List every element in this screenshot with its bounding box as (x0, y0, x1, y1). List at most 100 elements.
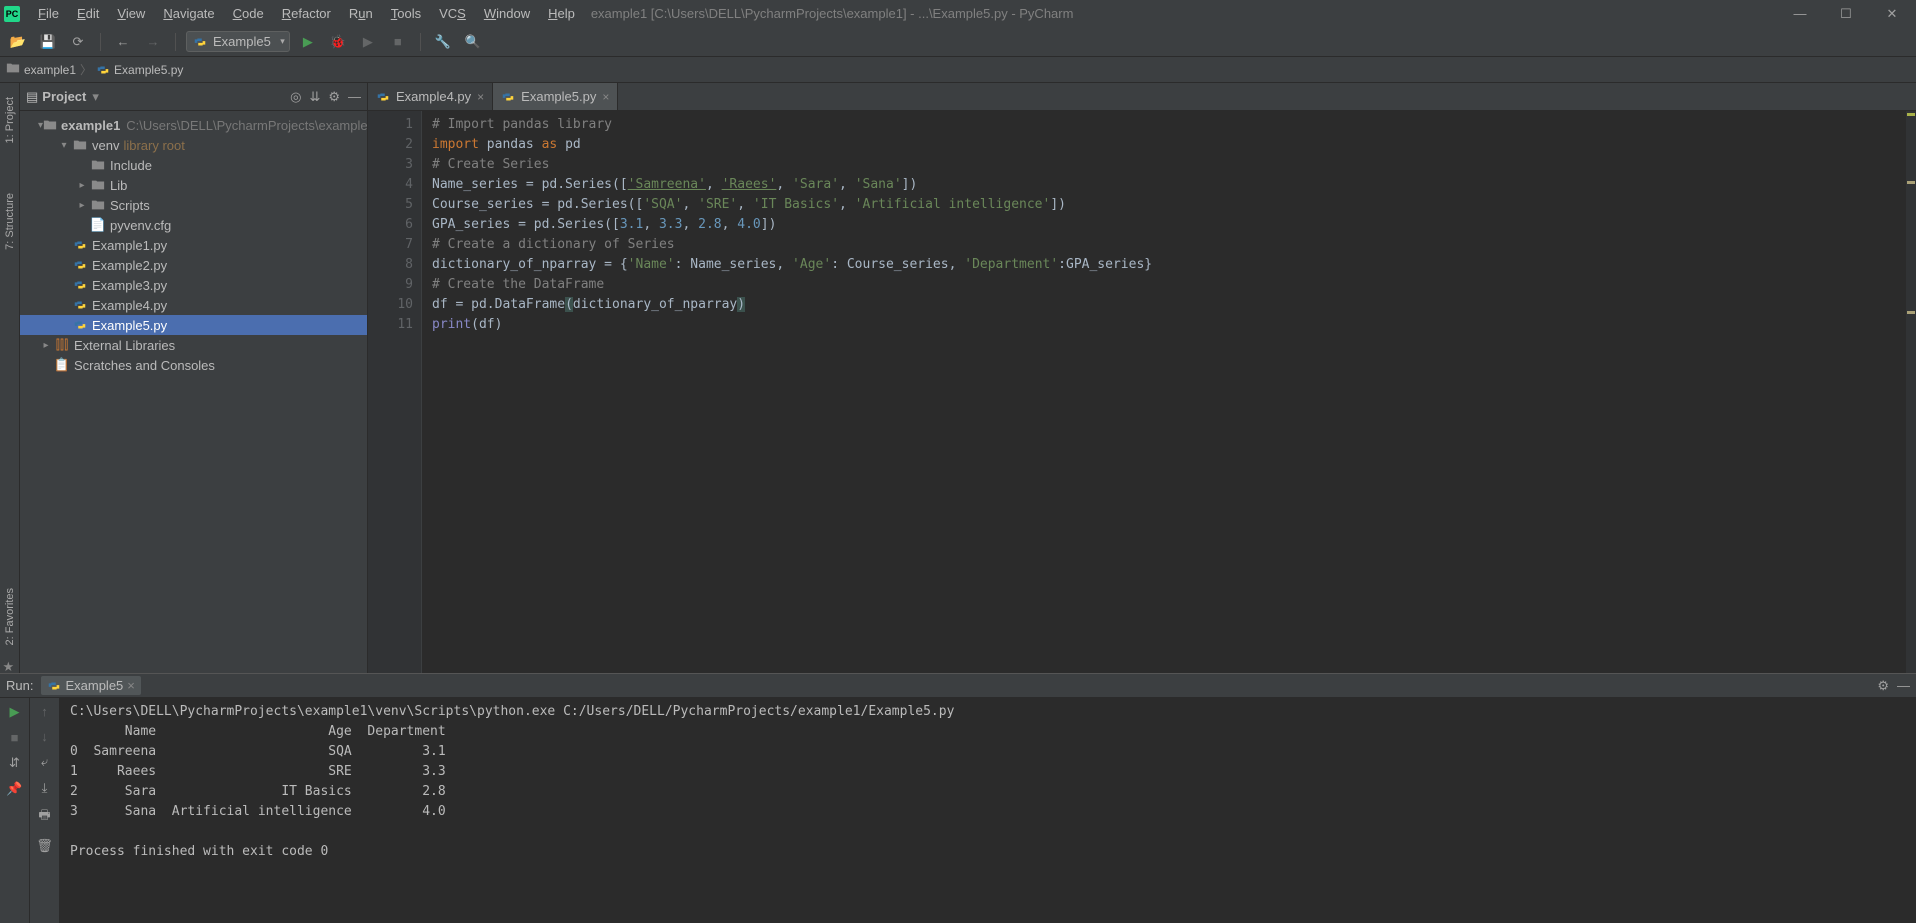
tree-example3py[interactable]: Example3.py (20, 275, 367, 295)
dropdown-icon[interactable]: ▾ (92, 89, 99, 105)
tree-include[interactable]: Include (20, 155, 367, 175)
python-icon (96, 63, 110, 77)
wrap-icon[interactable]: ⤶ (41, 754, 48, 770)
tree-label: Example4.py (92, 298, 167, 313)
back-icon[interactable]: ← (111, 30, 135, 54)
editor-gutter: 1 2 3 4 5 6 7 8 9 10 11 (368, 111, 422, 673)
editor-body[interactable]: 1 2 3 4 5 6 7 8 9 10 11 # Import pandas … (368, 111, 1916, 673)
settings-icon[interactable]: ⚙ (1877, 678, 1889, 694)
menu-window[interactable]: Window (476, 2, 538, 25)
menu-code[interactable]: Code (225, 2, 272, 25)
menu-refactor[interactable]: Refactor (274, 2, 339, 25)
trash-icon[interactable]: 🗑 (36, 838, 53, 854)
pin-icon[interactable]: 📌 (6, 781, 22, 797)
python-icon (47, 679, 61, 693)
maximize-button[interactable]: ☐ (1826, 6, 1866, 22)
left-tool-strip: 1: Project 7: Structure 2: Favorites ★ (0, 83, 20, 673)
menu-run[interactable]: Run (341, 2, 381, 25)
menu-file[interactable]: File (30, 2, 67, 25)
run-tab-label: Example5 (65, 678, 123, 693)
crumb-file[interactable]: Example5.py (96, 63, 183, 77)
chevron-right-icon[interactable]: ▸ (74, 180, 90, 191)
layout-icon[interactable]: ⇵ (9, 755, 20, 771)
editor-marker-bar[interactable] (1906, 111, 1916, 673)
editor-code[interactable]: # Import pandas library import pandas as… (422, 111, 1916, 339)
project-header: ▤ Project ▾ ◎ ⇊ ⚙ — (20, 83, 367, 111)
tab-label: Example4.py (396, 89, 471, 104)
tree-pyvenv[interactable]: 📄 pyvenv.cfg (20, 215, 367, 235)
python-icon (72, 317, 88, 333)
tree-venv[interactable]: ▾ venv library root (20, 135, 367, 155)
tab-example5[interactable]: Example5.py × (493, 83, 618, 110)
folder-icon (90, 157, 106, 173)
tree-example1py[interactable]: Example1.py (20, 235, 367, 255)
tree-example5py[interactable]: Example5.py (20, 315, 367, 335)
tree-scratches[interactable]: 📋 Scratches and Consoles (20, 355, 367, 375)
menu-tools[interactable]: Tools (383, 2, 429, 25)
collapse-icon[interactable]: ⇊ (309, 89, 320, 105)
open-icon[interactable]: 📂 (6, 30, 30, 54)
settings-icon[interactable]: ⚙ (328, 89, 340, 105)
toolwindow-favorites-tab[interactable]: 2: Favorites (2, 582, 18, 651)
chevron-right-icon[interactable]: ▸ (74, 200, 90, 211)
chevron-right-icon[interactable]: ▸ (38, 340, 54, 351)
star-icon[interactable]: ★ (3, 659, 17, 673)
close-icon[interactable]: × (477, 90, 484, 104)
window-title: example1 [C:\Users\DELL\PycharmProjects\… (591, 6, 1074, 21)
tree-label: Lib (110, 178, 127, 193)
sync-icon[interactable]: ⟳ (66, 30, 90, 54)
toolwindow-structure-tab[interactable]: 7: Structure (2, 187, 18, 256)
save-icon[interactable]: 💾 (36, 30, 60, 54)
stop-icon[interactable]: ■ (386, 30, 410, 54)
tree-note: library root (123, 138, 184, 153)
menu-edit[interactable]: Edit (69, 2, 107, 25)
hide-icon[interactable]: — (1897, 678, 1910, 694)
tree-scripts[interactable]: ▸ Scripts (20, 195, 367, 215)
close-icon[interactable]: × (602, 90, 609, 104)
scroll-icon[interactable]: ⤓ (42, 780, 48, 796)
run-tab[interactable]: Example5 × (41, 676, 140, 695)
menu-navigate[interactable]: Navigate (155, 2, 222, 25)
close-icon[interactable]: × (127, 678, 135, 693)
up-icon[interactable]: ↑ (41, 704, 48, 719)
tab-example4[interactable]: Example4.py × (368, 83, 493, 110)
wrench-icon[interactable]: 🔧 (431, 30, 455, 54)
print-icon[interactable]: 🖶 (38, 806, 50, 828)
tree-lib[interactable]: ▸ Lib (20, 175, 367, 195)
target-icon[interactable]: ◎ (290, 89, 301, 105)
file-icon: 📄 (90, 217, 106, 233)
run-icon[interactable]: ▶ (296, 30, 320, 54)
console-output[interactable]: C:\Users\DELL\PycharmProjects\example1\v… (60, 698, 1916, 923)
tree-example4py[interactable]: Example4.py (20, 295, 367, 315)
crumb-project[interactable]: example1 (6, 61, 76, 78)
toolwindow-project-tab[interactable]: 1: Project (2, 91, 18, 149)
minimize-button[interactable]: — (1780, 6, 1820, 22)
tab-label: Example5.py (521, 89, 596, 104)
menu-vcs[interactable]: VCS (431, 2, 474, 25)
breadcrumbs: example1 〉 Example5.py (0, 57, 1916, 83)
forward-icon[interactable]: → (141, 30, 165, 54)
run-config-select[interactable]: Example5 (186, 31, 290, 52)
tree-label: Example5.py (92, 318, 167, 333)
menu-help[interactable]: Help (540, 2, 583, 25)
app-icon: PC (4, 6, 20, 22)
hide-icon[interactable]: — (348, 89, 361, 105)
close-button[interactable]: ✕ (1872, 6, 1912, 22)
menu-view[interactable]: View (109, 2, 153, 25)
rerun-icon[interactable]: ▶ (10, 704, 20, 720)
menubar: File Edit View Navigate Code Refactor Ru… (30, 2, 583, 25)
tree-label: Example1.py (92, 238, 167, 253)
tree-label: Include (110, 158, 152, 173)
search-icon[interactable]: 🔍 (461, 30, 485, 54)
stop-icon[interactable]: ■ (11, 730, 19, 745)
chevron-down-icon[interactable]: ▾ (56, 140, 72, 151)
project-pane: ▤ Project ▾ ◎ ⇊ ⚙ — ▾ example1 C:\Users\… (20, 83, 368, 673)
crumb-label: example1 (24, 63, 76, 77)
down-icon[interactable]: ↓ (41, 729, 48, 744)
tree-example2py[interactable]: Example2.py (20, 255, 367, 275)
coverage-icon[interactable]: ▶ (356, 30, 380, 54)
tree-external-libraries[interactable]: ▸ ⫿⫿⫿ External Libraries (20, 335, 367, 355)
debug-icon[interactable]: 🐞 (326, 30, 350, 54)
project-tree: ▾ example1 C:\Users\DELL\PycharmProjects… (20, 111, 367, 673)
tree-root[interactable]: ▾ example1 C:\Users\DELL\PycharmProjects… (20, 115, 367, 135)
